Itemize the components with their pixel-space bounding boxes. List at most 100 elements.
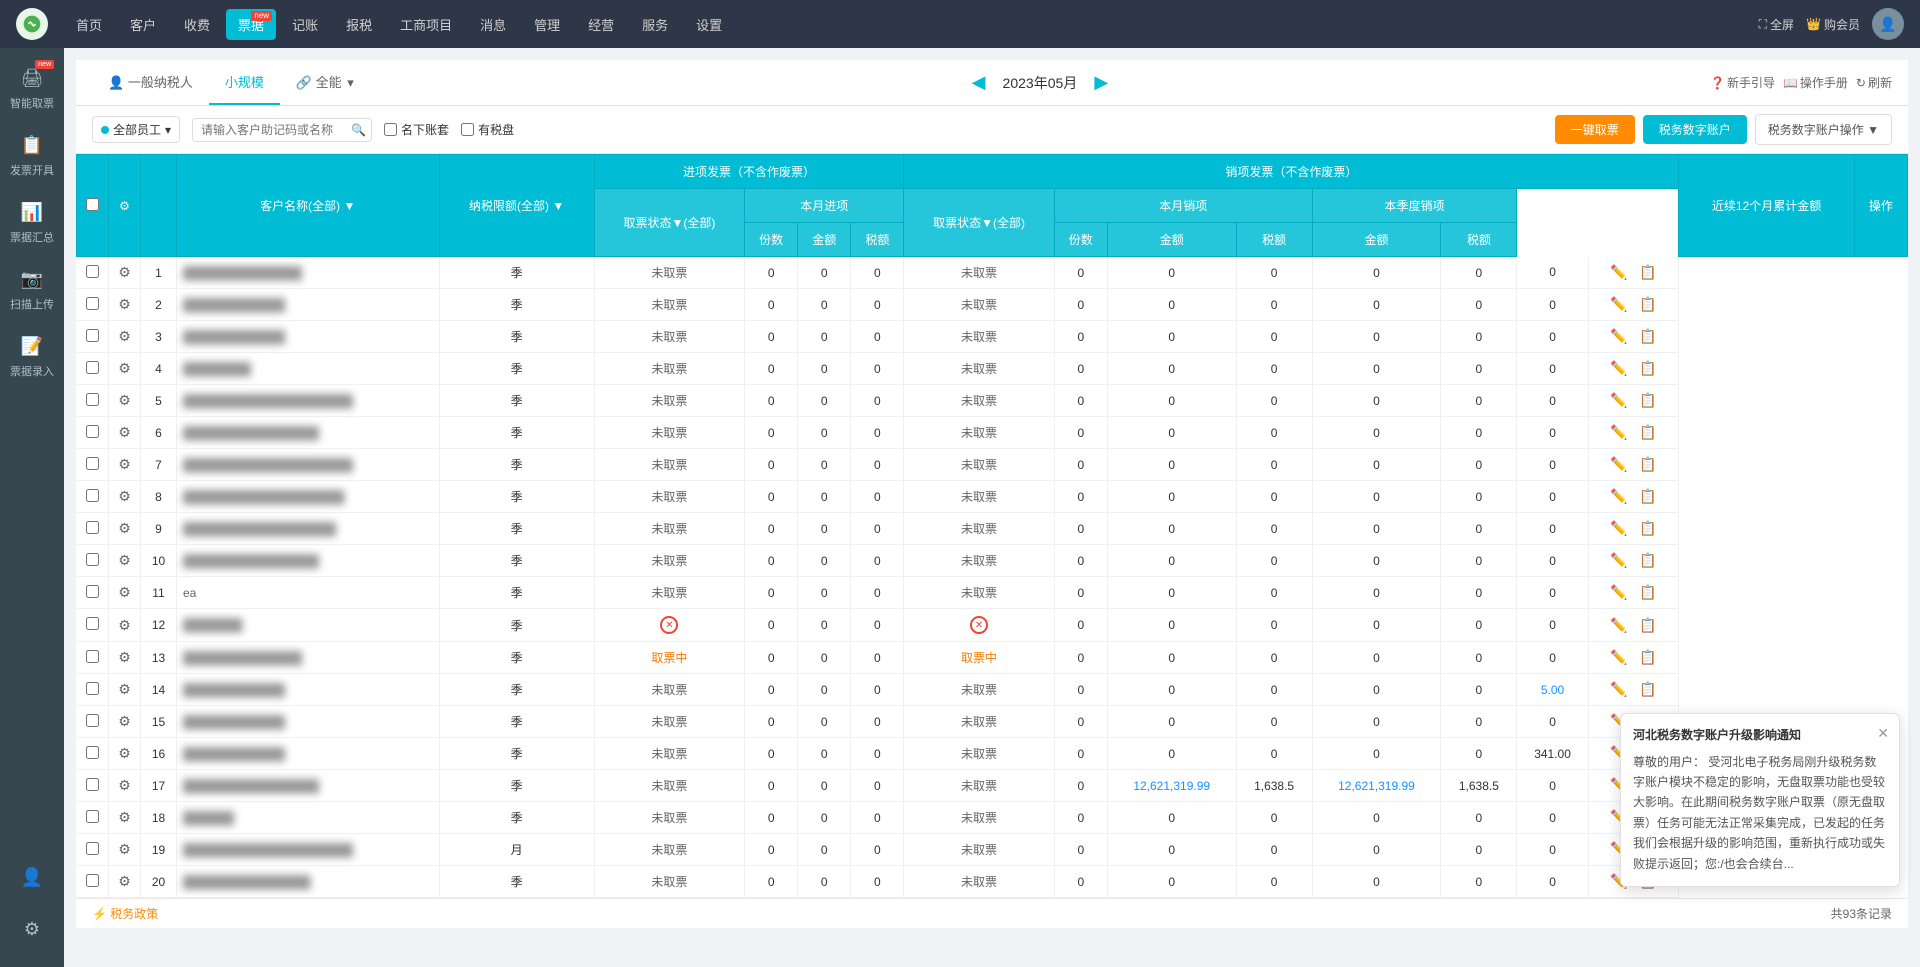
edit-icon[interactable]: ✏️ — [1608, 358, 1629, 378]
td-name[interactable]: ██████ — [177, 802, 440, 834]
row-check[interactable] — [86, 457, 99, 470]
digital-account-ops-btn[interactable]: 税务数字账户操作 ▼ — [1755, 114, 1892, 145]
popup-close-btn[interactable]: ✕ — [1877, 722, 1889, 744]
td-check[interactable] — [77, 738, 109, 770]
td-settings[interactable]: ⚙ — [109, 706, 141, 738]
quarter-amount-link[interactable]: 12,621,319.99 — [1338, 779, 1415, 793]
copy-icon[interactable]: 📋 — [1637, 422, 1658, 442]
settings-icon[interactable]: ⚙ — [116, 647, 133, 667]
settings-icon[interactable]: ⚙ — [116, 615, 133, 635]
row-check[interactable] — [86, 682, 99, 695]
td-settings[interactable]: ⚙ — [109, 738, 141, 770]
edit-icon[interactable]: ✏️ — [1608, 679, 1629, 699]
td-settings[interactable]: ⚙ — [109, 449, 141, 481]
settings-icon[interactable]: ⚙ — [116, 454, 133, 474]
td-settings[interactable]: ⚙ — [109, 642, 141, 674]
settings-icon[interactable]: ⚙ — [116, 326, 133, 346]
settings-icon[interactable]: ⚙ — [116, 550, 133, 570]
copy-icon[interactable]: 📋 — [1637, 647, 1658, 667]
td-settings[interactable]: ⚙ — [109, 802, 141, 834]
has-tax-check[interactable] — [461, 123, 474, 136]
edit-icon[interactable]: ✏️ — [1608, 326, 1629, 346]
row-check[interactable] — [86, 329, 99, 342]
edit-icon[interactable]: ✏️ — [1608, 647, 1629, 667]
td-settings[interactable]: ⚙ — [109, 577, 141, 609]
td-settings[interactable]: ⚙ — [109, 513, 141, 545]
settings-icon[interactable]: ⚙ — [116, 839, 133, 859]
row-check[interactable] — [86, 585, 99, 598]
td-name[interactable]: ████████ — [177, 353, 440, 385]
copy-icon[interactable]: 📋 — [1637, 518, 1658, 538]
td-check[interactable] — [77, 770, 109, 802]
td-settings[interactable]: ⚙ — [109, 481, 141, 513]
td-settings[interactable]: ⚙ — [109, 321, 141, 353]
row-check[interactable] — [86, 842, 99, 855]
row-check[interactable] — [86, 874, 99, 887]
sidebar-bottom-item-0[interactable]: 👤 — [4, 855, 60, 899]
settings-icon[interactable]: ⚙ — [116, 390, 133, 410]
th-out-status[interactable]: 取票状态▼(全部) — [904, 189, 1054, 257]
td-check[interactable] — [77, 481, 109, 513]
sidebar-bottom-item-1[interactable]: ⚙ — [4, 907, 60, 951]
td-check[interactable] — [77, 642, 109, 674]
cumulative-link[interactable]: 5.00 — [1541, 683, 1564, 697]
nav-item-设置[interactable]: 设置 — [684, 9, 734, 40]
down-account-checkbox[interactable]: 名下账套 — [384, 121, 449, 138]
td-settings[interactable]: ⚙ — [109, 866, 141, 898]
staff-filter[interactable]: 全部员工 ▾ — [92, 116, 180, 143]
settings-icon[interactable]: ⚙ — [116, 294, 133, 314]
td-check[interactable] — [77, 289, 109, 321]
td-settings[interactable]: ⚙ — [109, 353, 141, 385]
td-name[interactable]: ████████████ — [177, 674, 440, 706]
row-check[interactable] — [86, 361, 99, 374]
refresh-btn[interactable]: ↻ 刷新 — [1856, 74, 1892, 91]
nav-item-服务[interactable]: 服务 — [630, 9, 680, 40]
td-check[interactable] — [77, 449, 109, 481]
td-check[interactable] — [77, 609, 109, 642]
row-check[interactable] — [86, 746, 99, 759]
row-check[interactable] — [86, 778, 99, 791]
one-key-ticket-btn[interactable]: 一键取票 — [1555, 115, 1635, 144]
row-check[interactable] — [86, 425, 99, 438]
search-icon[interactable]: 🔍 — [351, 123, 366, 137]
tab-all[interactable]: 🔗 全能 ▾ — [280, 60, 370, 105]
row-check[interactable] — [86, 489, 99, 502]
td-check[interactable] — [77, 353, 109, 385]
settings-icon[interactable]: ⚙ — [116, 679, 133, 699]
td-name[interactable]: ██████████████ — [177, 642, 440, 674]
td-check[interactable] — [77, 417, 109, 449]
nav-item-记账[interactable]: 记账 — [280, 9, 330, 40]
copy-icon[interactable]: 📋 — [1637, 326, 1658, 346]
td-name[interactable]: ██████████████ — [177, 257, 440, 289]
row-check[interactable] — [86, 553, 99, 566]
td-name[interactable]: ████████████████ — [177, 770, 440, 802]
td-check[interactable] — [77, 257, 109, 289]
nav-item-首页[interactable]: 首页 — [64, 9, 114, 40]
copy-icon[interactable]: 📋 — [1637, 486, 1658, 506]
edit-icon[interactable]: ✏️ — [1608, 550, 1629, 570]
edit-icon[interactable]: ✏️ — [1608, 518, 1629, 538]
edit-icon[interactable]: ✏️ — [1608, 486, 1629, 506]
fullscreen-btn[interactable]: ⛶ 全屏 — [1759, 16, 1794, 33]
td-check[interactable] — [77, 385, 109, 417]
copy-icon[interactable]: 📋 — [1637, 358, 1658, 378]
tax-policy-link[interactable]: ⚡ 税务政策 — [92, 905, 158, 922]
nav-item-管理[interactable]: 管理 — [522, 9, 572, 40]
td-name[interactable]: ████████████████████ — [177, 834, 440, 866]
settings-icon[interactable]: ⚙ — [116, 743, 133, 763]
td-name[interactable]: ████████████████ — [177, 417, 440, 449]
avatar[interactable]: 👤 — [1872, 8, 1904, 40]
sidebar-item-发票开具[interactable]: 📋发票开具 — [4, 123, 60, 186]
th-tax-quota[interactable]: 纳税限额(全部) ▼ — [439, 155, 594, 257]
edit-icon[interactable]: ✏️ — [1608, 262, 1629, 282]
search-input[interactable] — [192, 118, 372, 142]
settings-icon[interactable]: ⚙ — [116, 871, 133, 891]
td-name[interactable]: ████████████████████ — [177, 385, 440, 417]
td-name[interactable]: ████████████ — [177, 706, 440, 738]
copy-icon[interactable]: 📋 — [1637, 390, 1658, 410]
td-name[interactable]: ████████████████████ — [177, 449, 440, 481]
nav-item-票据[interactable]: 票据new — [226, 9, 276, 40]
app-logo[interactable] — [16, 8, 48, 40]
td-settings[interactable]: ⚙ — [109, 257, 141, 289]
row-check[interactable] — [86, 393, 99, 406]
